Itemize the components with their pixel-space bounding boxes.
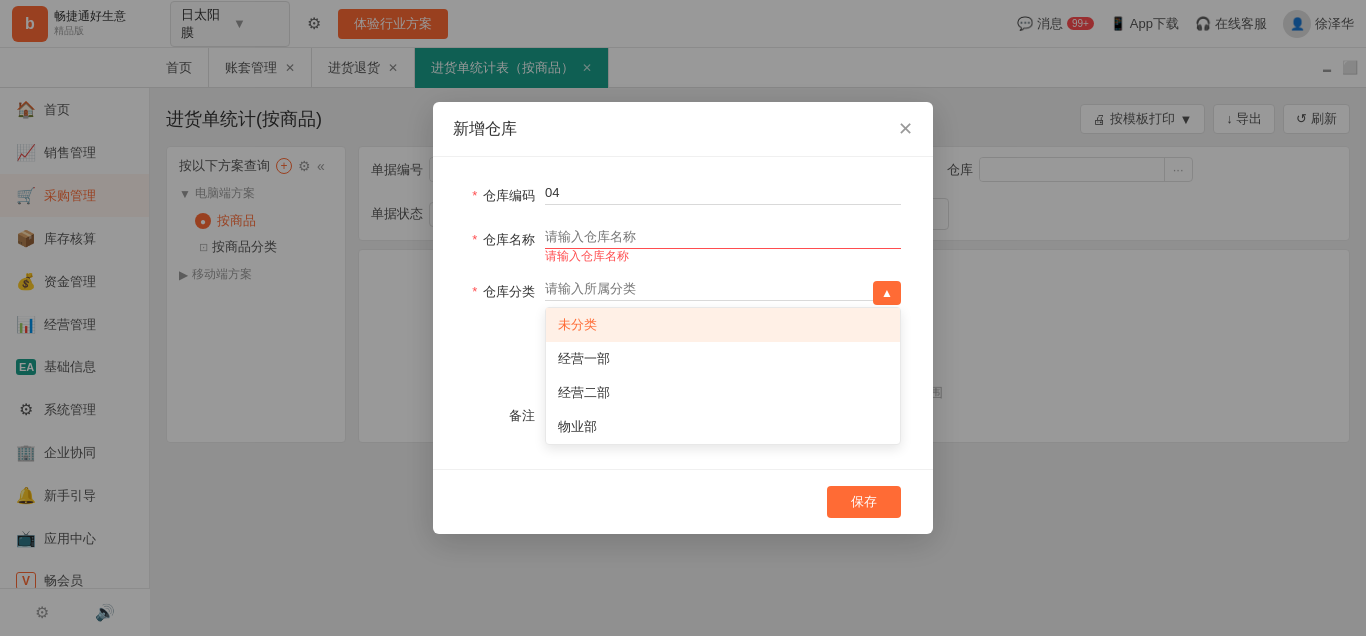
category-arrow-button[interactable]: ▲ <box>873 281 901 305</box>
category-input[interactable] <box>545 277 901 301</box>
form-row-category: * 仓库分类 ▲ 未分类 经营一部 经营二部 物业部 <box>465 277 901 301</box>
dropdown-item-0[interactable]: 未分类 <box>546 308 900 342</box>
name-label: * 仓库名称 <box>465 225 545 249</box>
category-dropdown: 未分类 经营一部 经营二部 物业部 <box>545 307 901 445</box>
code-label: * 仓库编码 <box>465 181 545 205</box>
form-row-code: * 仓库编码 <box>465 181 901 205</box>
new-warehouse-modal: 新增仓库 ✕ * 仓库编码 * 仓库名称 请输入仓库名称 <box>433 102 933 534</box>
name-input[interactable] <box>545 225 901 249</box>
save-button[interactable]: 保存 <box>827 486 901 518</box>
modal-body: * 仓库编码 * 仓库名称 请输入仓库名称 * 仓库分类 <box>433 157 933 469</box>
modal-title: 新增仓库 <box>453 119 517 140</box>
modal-overlay[interactable]: 新增仓库 ✕ * 仓库编码 * 仓库名称 请输入仓库名称 <box>0 0 1366 636</box>
modal-close-button[interactable]: ✕ <box>898 118 913 140</box>
form-row-name: * 仓库名称 请输入仓库名称 <box>465 225 901 249</box>
modal-header: 新增仓库 ✕ <box>433 102 933 157</box>
dropdown-item-3[interactable]: 物业部 <box>546 410 900 444</box>
name-error-msg: 请输入仓库名称 <box>545 248 629 265</box>
remark-label: 备注 <box>465 401 545 425</box>
dropdown-item-2[interactable]: 经营二部 <box>546 376 900 410</box>
category-select-wrap: ▲ 未分类 经营一部 经营二部 物业部 <box>545 277 901 301</box>
code-input[interactable] <box>545 181 901 205</box>
dropdown-item-1[interactable]: 经营一部 <box>546 342 900 376</box>
category-label: * 仓库分类 <box>465 277 545 301</box>
modal-footer: 保存 <box>433 469 933 534</box>
